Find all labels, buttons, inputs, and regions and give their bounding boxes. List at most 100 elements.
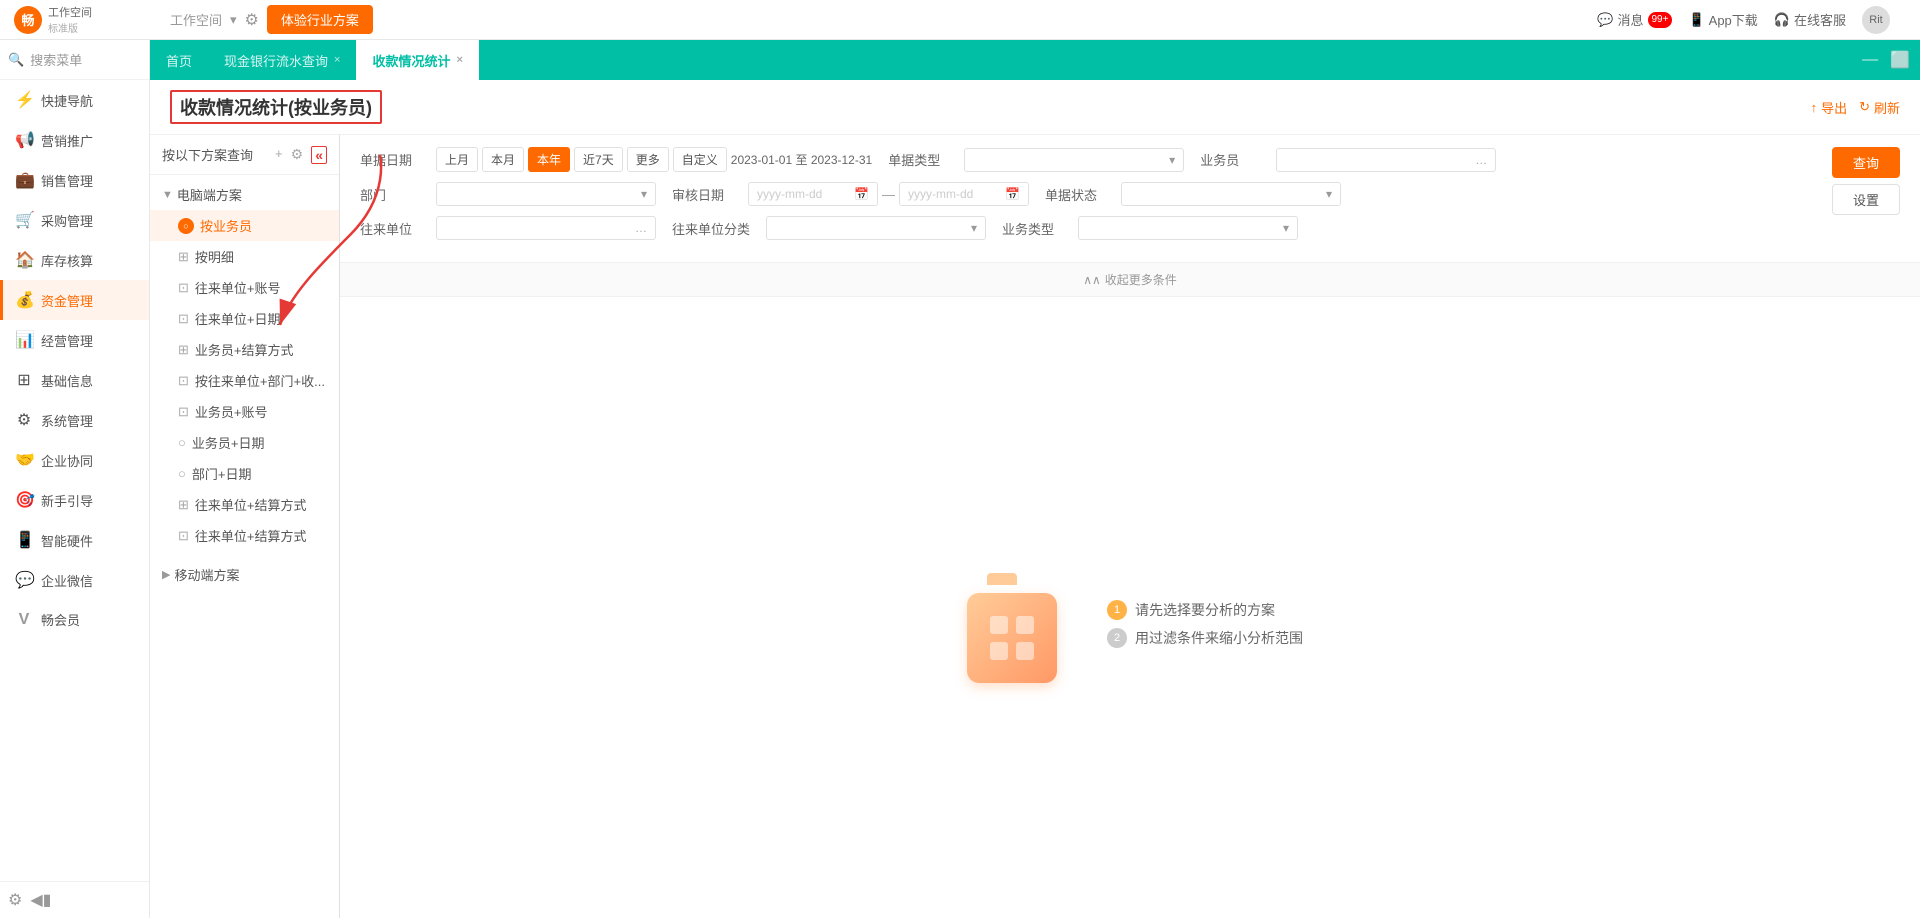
date-btn-this-year[interactable]: 本年 bbox=[528, 147, 570, 172]
salesman-dots[interactable]: … bbox=[1475, 153, 1487, 167]
export-btn[interactable]: ↑ 导出 bbox=[1811, 98, 1848, 117]
date-btn-last-month[interactable]: 上月 bbox=[436, 147, 478, 172]
sidebar-item-sales[interactable]: 💼 销售管理 bbox=[0, 160, 149, 200]
export-label: 导出 bbox=[1821, 98, 1847, 117]
sidebar-item-sysadmin[interactable]: ⚙ 系统管理 bbox=[0, 400, 149, 440]
online-service-btn[interactable]: 🎧 在线客服 bbox=[1774, 10, 1846, 29]
scheme-settings-icon[interactable]: ⚙ bbox=[291, 146, 304, 164]
scheme-item-unit-dept[interactable]: ⊡ 按往来单位+部门+收... bbox=[150, 365, 339, 396]
scheme-item-salesman-settle[interactable]: ⊞ 业务员+结算方式 bbox=[150, 334, 339, 365]
user-name: Rit bbox=[1869, 14, 1882, 26]
scheme-item-salesman-account[interactable]: ⊡ 业务员+账号 bbox=[150, 396, 339, 427]
doctype-select[interactable]: ▾ bbox=[964, 148, 1184, 172]
scheme-item-salesman[interactable]: ○ 按业务员 bbox=[150, 210, 339, 241]
scheme-sidebar: 按以下方案查询 + ⚙ « ▼ 电脑端方案 bbox=[150, 135, 340, 918]
scheme-mobile-header[interactable]: ▶ 移动端方案 bbox=[150, 559, 339, 590]
scheme-desktop-header[interactable]: ▼ 电脑端方案 bbox=[150, 179, 339, 210]
counterparty-dots[interactable]: … bbox=[635, 221, 647, 235]
date-selector: 上月 本月 本年 近7天 更多 自定义 2023-01-01 至 2023-12… bbox=[436, 147, 872, 172]
date-btn-custom[interactable]: 自定义 bbox=[673, 147, 727, 172]
newguide-label: 新手引导 bbox=[41, 491, 93, 510]
message-btn[interactable]: 💬 消息 99+ bbox=[1597, 10, 1672, 29]
workspace-arrow-icon[interactable]: ▾ bbox=[230, 12, 237, 28]
scheme-salesman-settle-label: 业务员+结算方式 bbox=[195, 340, 294, 359]
dept-filter-label: 部门 bbox=[360, 185, 420, 204]
tab-cashflow[interactable]: 现金银行流水查询 × bbox=[208, 40, 356, 80]
date-btn-this-month[interactable]: 本月 bbox=[482, 147, 524, 172]
counterparty-type-select[interactable]: ▾ bbox=[766, 216, 986, 240]
scheme-collapse-icon[interactable]: « bbox=[311, 146, 327, 164]
search-icon: 🔍 bbox=[8, 52, 24, 68]
sidebar-item-newguide[interactable]: 🎯 新手引导 bbox=[0, 480, 149, 520]
user-avatar[interactable]: Rit bbox=[1862, 6, 1890, 34]
tab-cashflow-close[interactable]: × bbox=[334, 54, 340, 66]
scheme-add-icon[interactable]: + bbox=[275, 146, 283, 164]
tab-maximize-btn[interactable]: ⬜ bbox=[1890, 50, 1910, 70]
scheme-item-unit-settle1[interactable]: ⊞ 往来单位+结算方式 bbox=[150, 489, 339, 520]
collapse-bar[interactable]: ∧∧ 收起更多条件 bbox=[340, 263, 1920, 297]
scheme-dept-date-label: 部门+日期 bbox=[192, 464, 252, 483]
dept-select[interactable]: ▾ bbox=[436, 182, 656, 206]
sidebar-item-finance[interactable]: 💰 资金管理 bbox=[0, 280, 149, 320]
scheme-item-unit-settle2[interactable]: ⊡ 往来单位+结算方式 bbox=[150, 520, 339, 551]
sales-label: 销售管理 bbox=[41, 171, 93, 190]
sidebar: 🔍 搜索菜单 ⚡ 快捷导航 📢 营销推广 💼 销售管理 🛒 采购管理 🏠 bbox=[0, 40, 150, 918]
review-date-to[interactable]: yyyy-mm-dd 📅 bbox=[899, 182, 1029, 206]
message-badge: 99+ bbox=[1648, 12, 1673, 28]
sidebar-item-hardware[interactable]: 📱 智能硬件 bbox=[0, 520, 149, 560]
review-date-group: yyyy-mm-dd 📅 — yyyy-mm-dd 📅 bbox=[748, 182, 1029, 206]
newguide-icon: 🎯 bbox=[15, 490, 33, 510]
tab-receivables[interactable]: 收款情况统计 × bbox=[356, 40, 478, 80]
sidebar-item-quicknav[interactable]: ⚡ 快捷导航 bbox=[0, 80, 149, 120]
collab-icon: 🤝 bbox=[15, 450, 33, 470]
review-date-from[interactable]: yyyy-mm-dd 📅 bbox=[748, 182, 878, 206]
sidebar-item-operations[interactable]: 📊 经营管理 bbox=[0, 320, 149, 360]
scheme-unit-dept-icon: ⊡ bbox=[178, 373, 189, 389]
sidebar-item-basicinfo[interactable]: ⊞ 基础信息 bbox=[0, 360, 149, 400]
date-btn-more[interactable]: 更多 bbox=[627, 147, 669, 172]
date-btn-7days[interactable]: 近7天 bbox=[574, 147, 623, 172]
filter-panel: 单据日期 上月 本月 本年 近7天 更多 自定义 2023-01-01 至 20… bbox=[340, 135, 1920, 263]
page-header: 收款情况统计(按业务员) ↑ 导出 ↻ 刷新 bbox=[150, 80, 1920, 135]
salesman-field-group: … bbox=[1276, 148, 1496, 172]
search-menu-item[interactable]: 🔍 搜索菜单 bbox=[0, 40, 149, 80]
sidebar-item-marketing[interactable]: 📢 营销推广 bbox=[0, 120, 149, 160]
hardware-label: 智能硬件 bbox=[41, 531, 93, 550]
salesman-select[interactable]: … bbox=[1276, 148, 1496, 172]
tab-minimize-btn[interactable]: — bbox=[1862, 51, 1878, 69]
sidebar-item-member[interactable]: V 畅会员 bbox=[0, 600, 149, 639]
sidebar-item-inventory[interactable]: 🏠 库存核算 bbox=[0, 240, 149, 280]
sidebar-collapse-btn[interactable]: ◀▮ bbox=[30, 890, 51, 910]
filter-settings-button[interactable]: 设置 bbox=[1832, 184, 1900, 215]
tab-home[interactable]: 首页 bbox=[150, 40, 208, 80]
settings-gear-icon[interactable]: ⚙ bbox=[245, 10, 259, 30]
sidebar-item-purchase[interactable]: 🛒 采购管理 bbox=[0, 200, 149, 240]
inventory-icon: 🏠 bbox=[15, 250, 33, 270]
tab-receivables-close[interactable]: × bbox=[456, 54, 462, 66]
robot-cell-2 bbox=[1016, 616, 1034, 634]
calendar-to-icon: 📅 bbox=[1005, 187, 1020, 201]
scheme-item-detail[interactable]: ⊞ 按明细 bbox=[150, 241, 339, 272]
docstatus-arrow-icon: ▾ bbox=[1326, 187, 1332, 201]
sidebar-item-collab[interactable]: 🤝 企业协同 bbox=[0, 440, 149, 480]
biztype-select[interactable]: ▾ bbox=[1078, 216, 1298, 240]
sidebar-item-weixin[interactable]: 💬 企业微信 bbox=[0, 560, 149, 600]
search-menu-label: 搜索菜单 bbox=[30, 50, 82, 69]
app-download-btn[interactable]: 📱 App下载 bbox=[1688, 10, 1757, 29]
scheme-item-salesman-date[interactable]: ○ 业务员+日期 bbox=[150, 427, 339, 458]
doctype-filter-label: 单据类型 bbox=[888, 150, 948, 169]
logo-text: 工作空间 bbox=[48, 4, 92, 20]
counterparty-select[interactable]: … bbox=[436, 216, 656, 240]
robot-head bbox=[987, 573, 1017, 585]
empty-text-list: 1 请先选择要分析的方案 2 用过滤条件来缩小分析范围 bbox=[1107, 600, 1303, 656]
scheme-item-unit-account[interactable]: ⊡ 往来单位+账号 bbox=[150, 272, 339, 303]
scheme-item-dept-date[interactable]: ○ 部门+日期 bbox=[150, 458, 339, 489]
filter-row-1: 单据日期 上月 本月 本年 近7天 更多 自定义 2023-01-01 至 20… bbox=[360, 147, 1900, 172]
trial-button[interactable]: 体验行业方案 bbox=[267, 5, 373, 34]
docstatus-select[interactable]: ▾ bbox=[1121, 182, 1341, 206]
sidebar-settings-btn[interactable]: ⚙ bbox=[8, 890, 22, 910]
refresh-btn[interactable]: ↻ 刷新 bbox=[1859, 98, 1900, 117]
scheme-item-unit-date[interactable]: ⊡ 往来单位+日期 bbox=[150, 303, 339, 334]
top-right: 💬 消息 99+ 📱 App下载 🎧 在线客服 Rit bbox=[1597, 6, 1910, 34]
query-button[interactable]: 查询 bbox=[1832, 147, 1900, 178]
